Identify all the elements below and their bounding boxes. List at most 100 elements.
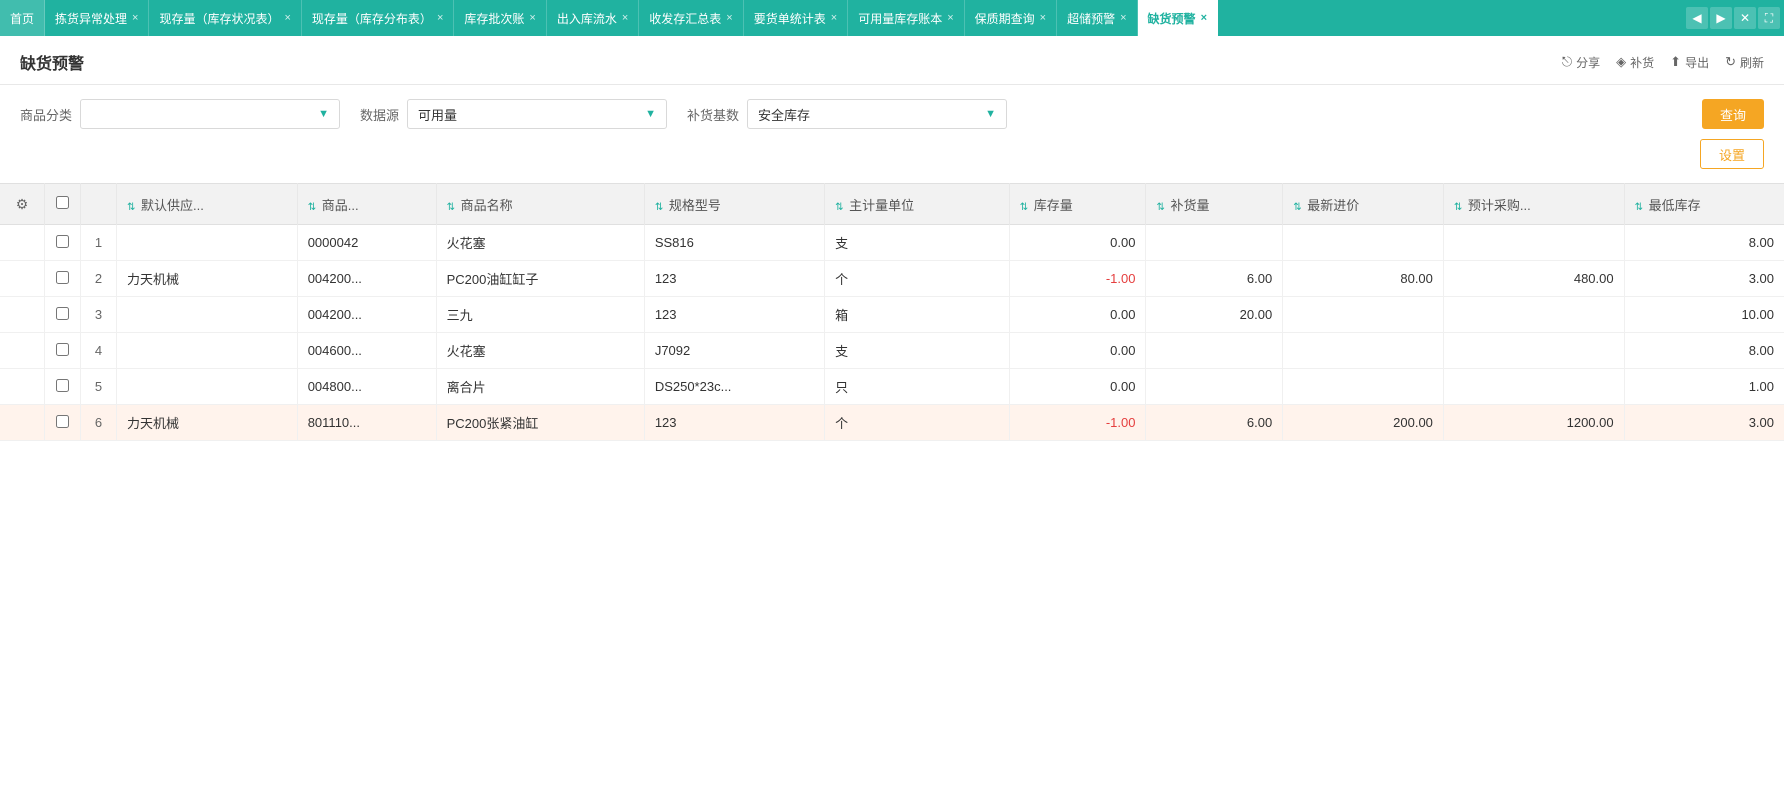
td-replenish-2: 20.00 (1146, 297, 1283, 333)
th-latest-price[interactable]: ⇅ 最新进价 (1283, 184, 1444, 225)
tab-nav-fullscreen[interactable]: ⛶ (1758, 7, 1780, 29)
td-latest-price-1: 80.00 (1283, 261, 1444, 297)
th-settings[interactable]: ⚙ (0, 184, 45, 225)
export-button[interactable]: ⬆ 导出 (1670, 54, 1709, 71)
row-checkbox-3[interactable] (56, 343, 69, 356)
td-replenish-0 (1146, 225, 1283, 261)
th-est-purchase[interactable]: ⇅ 预计采购... (1443, 184, 1624, 225)
tab-inventory-dist[interactable]: 现存量（库存分布表） × (302, 0, 454, 36)
td-checkbox-3[interactable] (45, 333, 81, 369)
table-row: 4 004600... 火花塞 J7092 支 0.00 8.00 (0, 333, 1784, 369)
close-tab-inout-flow[interactable]: × (622, 12, 628, 24)
th-product-code[interactable]: ⇅ 商品... (297, 184, 436, 225)
td-checkbox-0[interactable] (45, 225, 81, 261)
datasource-label: 数据源 (360, 105, 399, 124)
td-stock-4: 0.00 (1009, 369, 1146, 405)
td-index-5: 6 (81, 405, 117, 441)
tab-nav-prev[interactable]: ◀ (1686, 7, 1708, 29)
td-checkbox-5[interactable] (45, 405, 81, 441)
filter-group-replenish-base: 补货基数 安全库存 ▼ (687, 99, 1007, 129)
table-header-row: ⚙ ⇅ 默认供应... ⇅ 商品... ⇅ (0, 184, 1784, 225)
close-tab-available[interactable]: × (947, 12, 953, 24)
close-tab-collect-pay[interactable]: × (726, 12, 732, 24)
td-unit-2: 箱 (825, 297, 1010, 333)
close-tab-batch[interactable]: × (529, 12, 535, 24)
td-latest-price-2 (1283, 297, 1444, 333)
datasource-value: 可用量 (418, 105, 457, 124)
td-unit-1: 个 (825, 261, 1010, 297)
td-latest-price-3 (1283, 333, 1444, 369)
td-spec-2: 123 (644, 297, 824, 333)
category-select[interactable]: ▼ (80, 99, 340, 129)
th-index (81, 184, 117, 225)
close-tab-inventory-status[interactable]: × (284, 12, 290, 24)
header-actions: ⎋ 分享 ◈ 补货 ⬆ 导出 ↻ 刷新 (1562, 54, 1764, 71)
td-checkbox-4[interactable] (45, 369, 81, 405)
tab-nav-next[interactable]: ▶ (1710, 7, 1732, 29)
tab-exception[interactable]: 拣货异常处理 × (45, 0, 149, 36)
close-tab-shortage[interactable]: × (1201, 12, 1207, 24)
tab-home[interactable]: 首页 (0, 0, 45, 36)
td-stock-3: 0.00 (1009, 333, 1146, 369)
th-min-stock[interactable]: ⇅ 最低库存 (1624, 184, 1784, 225)
tab-overstock[interactable]: 超储预警 × (1057, 0, 1137, 36)
query-button[interactable]: 查询 (1702, 99, 1764, 129)
row-checkbox-5[interactable] (56, 415, 69, 428)
tab-inout-flow[interactable]: 出入库流水 × (547, 0, 639, 36)
refresh-button[interactable]: ↻ 刷新 (1725, 54, 1764, 71)
close-tab-exception[interactable]: × (132, 12, 138, 24)
select-all-checkbox[interactable] (56, 196, 69, 209)
td-min-stock-5: 3.00 (1624, 405, 1784, 441)
tab-batch[interactable]: 库存批次账 × (454, 0, 546, 36)
tab-nav-close[interactable]: ✕ (1734, 7, 1756, 29)
datasource-select[interactable]: 可用量 ▼ (407, 99, 667, 129)
th-supplier[interactable]: ⇅ 默认供应... (117, 184, 298, 225)
th-unit[interactable]: ⇅ 主计量单位 (825, 184, 1010, 225)
table-row: 5 004800... 离合片 DS250*23c... 只 0.00 1.00 (0, 369, 1784, 405)
tab-expiry[interactable]: 保质期查询 × (965, 0, 1057, 36)
tab-requisition[interactable]: 要货单统计表 × (744, 0, 848, 36)
sort-icon-stock: ⇅ (1020, 202, 1028, 213)
close-tab-requisition[interactable]: × (831, 12, 837, 24)
close-tab-overstock[interactable]: × (1120, 12, 1126, 24)
share-icon: ⎋ (1562, 54, 1572, 70)
td-index-0: 1 (81, 225, 117, 261)
td-min-stock-2: 10.00 (1624, 297, 1784, 333)
td-checkbox-1[interactable] (45, 261, 81, 297)
row-checkbox-4[interactable] (56, 379, 69, 392)
gear-icon[interactable]: ⚙ (10, 192, 34, 216)
th-stock[interactable]: ⇅ 库存量 (1009, 184, 1146, 225)
filter-row2: 设置 (0, 139, 1784, 183)
td-replenish-1: 6.00 (1146, 261, 1283, 297)
td-settings-4 (0, 369, 45, 405)
tab-available[interactable]: 可用量库存账本 × (848, 0, 964, 36)
row-checkbox-2[interactable] (56, 307, 69, 320)
td-stock-5: -1.00 (1009, 405, 1146, 441)
row-checkbox-1[interactable] (56, 271, 69, 284)
table-row: 2 力天机械 004200... PC200油缸缸子 123 个 -1.00 6… (0, 261, 1784, 297)
th-replenish[interactable]: ⇅ 补货量 (1146, 184, 1283, 225)
close-tab-inventory-dist[interactable]: × (437, 12, 443, 24)
th-product-name[interactable]: ⇅ 商品名称 (436, 184, 644, 225)
replenish-button[interactable]: ◈ 补货 (1616, 54, 1654, 71)
replenish-base-select[interactable]: 安全库存 ▼ (747, 99, 1007, 129)
row-checkbox-0[interactable] (56, 235, 69, 248)
sort-icon-supplier: ⇅ (127, 202, 135, 213)
tab-collect-pay[interactable]: 收发存汇总表 × (639, 0, 743, 36)
filter-group-category: 商品分类 ▼ (20, 99, 340, 129)
replenish-base-arrow-icon: ▼ (985, 108, 996, 120)
datasource-arrow-icon: ▼ (645, 108, 656, 120)
th-spec[interactable]: ⇅ 规格型号 (644, 184, 824, 225)
td-est-purchase-3 (1443, 333, 1624, 369)
share-button[interactable]: ⎋ 分享 (1562, 54, 1600, 71)
td-supplier-0 (117, 225, 298, 261)
close-tab-expiry[interactable]: × (1040, 12, 1046, 24)
tab-inventory-status[interactable]: 现存量（库存状况表） × (149, 0, 301, 36)
settings-button[interactable]: 设置 (1700, 139, 1764, 169)
td-est-purchase-5: 1200.00 (1443, 405, 1624, 441)
td-settings-3 (0, 333, 45, 369)
td-product-code-5: 801110... (297, 405, 436, 441)
filter-actions: 查询 (1702, 99, 1764, 129)
td-checkbox-2[interactable] (45, 297, 81, 333)
tab-shortage[interactable]: 缺货预警 × (1138, 0, 1218, 36)
